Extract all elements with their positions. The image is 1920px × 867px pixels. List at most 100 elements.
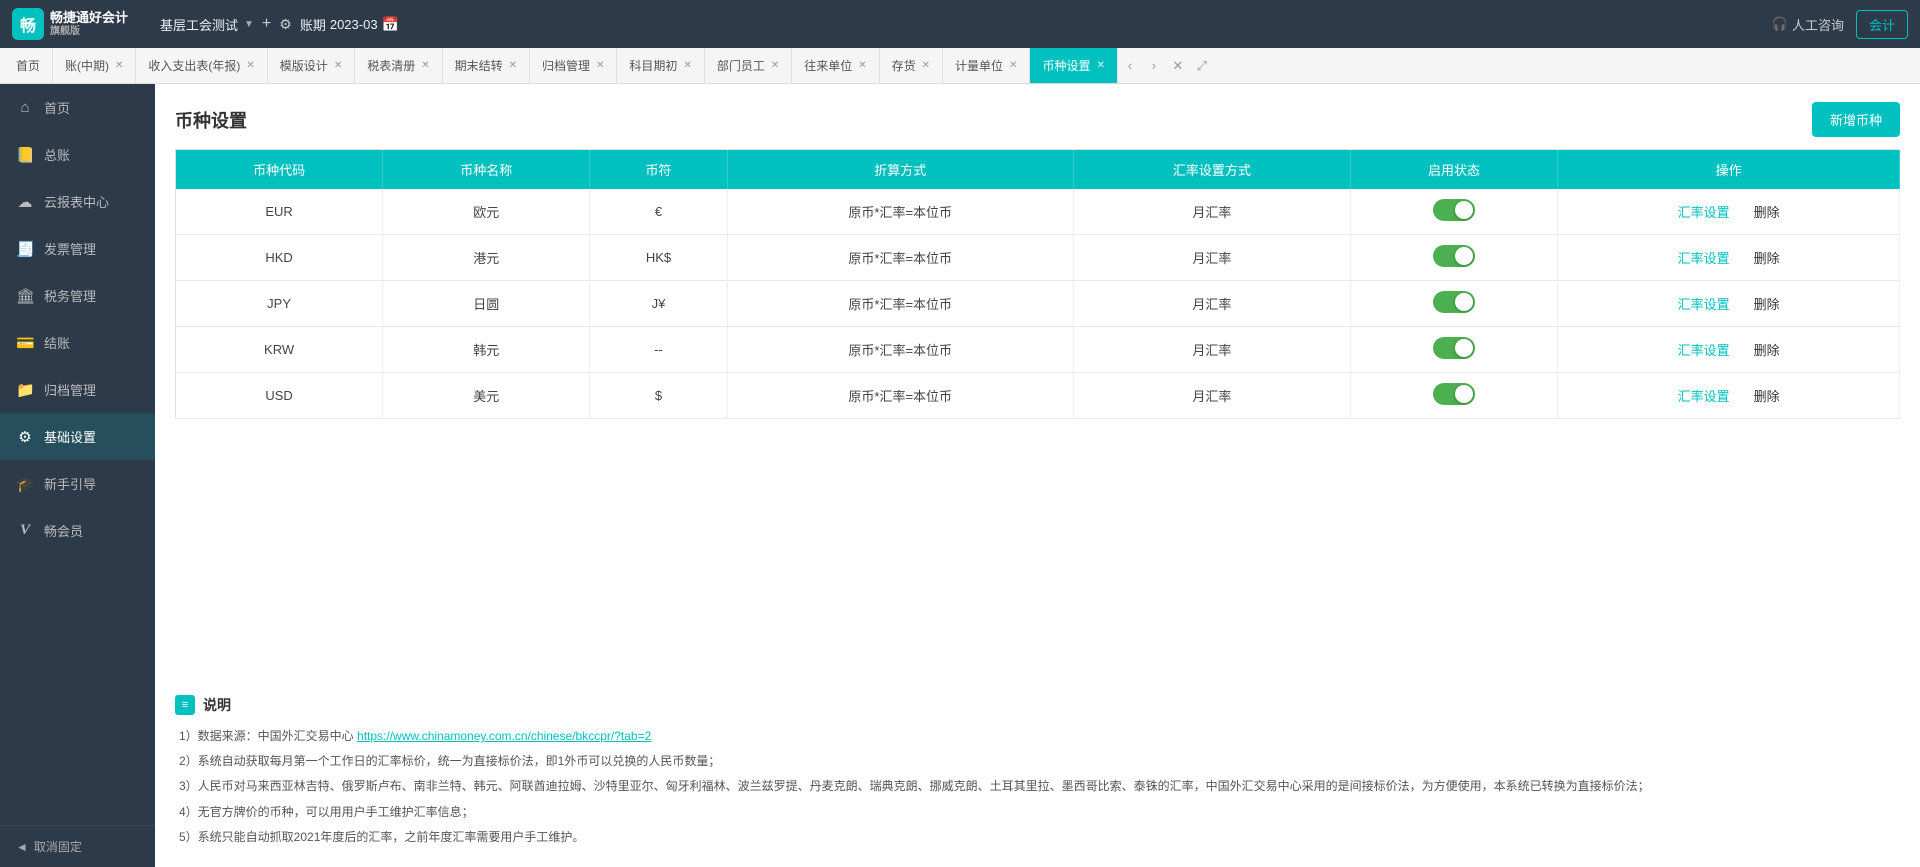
- checkout-icon: 💳: [16, 334, 34, 352]
- toggle-thumb-0: [1455, 201, 1473, 219]
- note-item-5: 5）系统只能自动抓取2021年度后的汇率，之前年度汇率需要用户手工维护。: [175, 828, 1900, 847]
- settings-gear-icon: ⚙: [16, 428, 34, 446]
- toggle-3[interactable]: [1433, 337, 1475, 359]
- sidebar-item-checkout[interactable]: 💳 结账: [0, 319, 155, 366]
- cell-name-4: 美元: [383, 373, 590, 419]
- delete-link-4[interactable]: 删除: [1754, 386, 1780, 405]
- period-label: 账期: [300, 15, 326, 34]
- tab-period-end-close[interactable]: ✕: [509, 60, 517, 71]
- tab-tax[interactable]: 税表清册 ✕: [355, 48, 442, 84]
- tab-customers-close[interactable]: ✕: [858, 60, 866, 71]
- note-link[interactable]: https://www.chinamoney.com.cn/chinese/bk…: [357, 729, 651, 743]
- tab-subject[interactable]: 科目期初 ✕: [617, 48, 704, 84]
- cell-code-4: USD: [176, 373, 383, 419]
- table-row: JPY 日圆 J¥ 原币*汇率=本位币 月汇率 汇率设置 删除: [176, 281, 1900, 327]
- tab-customers[interactable]: 往来单位 ✕: [792, 48, 879, 84]
- delete-link-3[interactable]: 删除: [1754, 340, 1780, 359]
- sidebar-item-settings[interactable]: ⚙ 基础设置: [0, 413, 155, 460]
- cell-status-2: [1350, 281, 1557, 327]
- tab-archive[interactable]: 归档管理 ✕: [530, 48, 617, 84]
- invoice-icon: 🧾: [16, 240, 34, 258]
- workspace-selector[interactable]: 基层工会测试 ▼: [160, 15, 254, 34]
- add-workspace-button[interactable]: +: [262, 15, 271, 33]
- tab-inventory[interactable]: 存货 ✕: [880, 48, 943, 84]
- new-currency-button[interactable]: 新增币种: [1812, 102, 1900, 137]
- page-title: 币种设置: [175, 107, 247, 133]
- col-calc: 折算方式: [727, 150, 1073, 190]
- tab-archive-close[interactable]: ✕: [596, 60, 604, 71]
- delete-link-2[interactable]: 删除: [1754, 294, 1780, 313]
- tab-next-button[interactable]: ›: [1142, 48, 1166, 84]
- home-icon: ⌂: [16, 99, 34, 116]
- cell-calc-0: 原币*汇率=本位币: [727, 189, 1073, 235]
- cloud-icon: ☁: [16, 193, 34, 211]
- tab-dept-close[interactable]: ✕: [771, 60, 779, 71]
- tab-period-end[interactable]: 期末结转 ✕: [443, 48, 530, 84]
- sidebar-item-ledger[interactable]: 📒 总账: [0, 131, 155, 178]
- sidebar-item-archive[interactable]: 📁 归档管理: [0, 366, 155, 413]
- toggle-1[interactable]: [1433, 245, 1475, 267]
- cell-symbol-2: J¥: [590, 281, 727, 327]
- cell-code-3: KRW: [176, 327, 383, 373]
- tab-subject-close[interactable]: ✕: [683, 60, 691, 71]
- settings-icon[interactable]: ⚙: [279, 16, 292, 33]
- cell-calc-2: 原币*汇率=本位币: [727, 281, 1073, 327]
- tab-tax-close[interactable]: ✕: [421, 60, 429, 71]
- support-button[interactable]: 🎧 人工咨询: [1772, 15, 1844, 34]
- rate-setting-link-2[interactable]: 汇率设置: [1678, 294, 1730, 313]
- tab-ledger-close[interactable]: ✕: [115, 60, 123, 71]
- cell-calc-3: 原币*汇率=本位币: [727, 327, 1073, 373]
- sidebar-item-checkout-label: 结账: [44, 333, 70, 352]
- sidebar-item-invoice-label: 发票管理: [44, 239, 96, 258]
- tab-income-close[interactable]: ✕: [246, 60, 254, 71]
- cell-symbol-3: --: [590, 327, 727, 373]
- rate-setting-link-4[interactable]: 汇率设置: [1678, 386, 1730, 405]
- delete-link-0[interactable]: 删除: [1754, 202, 1780, 221]
- toggle-2[interactable]: [1433, 291, 1475, 313]
- tab-unit-label: 计量单位: [955, 57, 1003, 74]
- tab-currency-close[interactable]: ✕: [1096, 60, 1104, 71]
- tab-currency[interactable]: 币种设置 ✕: [1030, 48, 1117, 84]
- account-button[interactable]: 会计: [1856, 10, 1908, 39]
- calendar-icon[interactable]: 📅: [382, 16, 399, 33]
- action-cell-2: 汇率设置 删除: [1570, 294, 1887, 313]
- tab-unit[interactable]: 计量单位 ✕: [943, 48, 1030, 84]
- sidebar-item-cloud[interactable]: ☁ 云报表中心: [0, 178, 155, 225]
- tax-icon: 🏛: [16, 287, 34, 305]
- sidebar-item-tax[interactable]: 🏛 税务管理: [0, 272, 155, 319]
- rate-setting-link-1[interactable]: 汇率设置: [1678, 248, 1730, 267]
- cell-code-2: JPY: [176, 281, 383, 327]
- sidebar-item-member[interactable]: V 畅会员: [0, 507, 155, 554]
- rate-setting-link-3[interactable]: 汇率设置: [1678, 340, 1730, 359]
- tab-template-label: 模版设计: [280, 57, 328, 74]
- tab-close-all-button[interactable]: ✕: [1166, 48, 1190, 84]
- tab-dept[interactable]: 部门员工 ✕: [705, 48, 792, 84]
- tab-expand-button[interactable]: ⤢: [1190, 48, 1214, 84]
- tab-template[interactable]: 模版设计 ✕: [268, 48, 355, 84]
- sidebar-item-cloud-label: 云报表中心: [44, 192, 109, 211]
- tab-prev-button[interactable]: ‹: [1118, 48, 1142, 84]
- tab-bar: 首页 账(中期) ✕ 收入支出表(年报) ✕ 模版设计 ✕ 税表清册 ✕ 期末结…: [0, 48, 1920, 84]
- tab-ledger[interactable]: 账(中期) ✕: [53, 48, 136, 84]
- toggle-thumb-3: [1455, 339, 1473, 357]
- toggle-0[interactable]: [1433, 199, 1475, 221]
- sidebar-pin-toggle[interactable]: ◄ 取消固定: [0, 825, 155, 867]
- tab-subject-label: 科目期初: [629, 57, 677, 74]
- tab-unit-close[interactable]: ✕: [1009, 60, 1017, 71]
- sidebar-item-home[interactable]: ⌂ 首页: [0, 84, 155, 131]
- sidebar-item-invoice[interactable]: 🧾 发票管理: [0, 225, 155, 272]
- sidebar-item-guide[interactable]: 🎓 新手引导: [0, 460, 155, 507]
- tab-inventory-close[interactable]: ✕: [922, 60, 930, 71]
- tab-income[interactable]: 收入支出表(年报) ✕: [136, 48, 267, 84]
- cell-name-2: 日圆: [383, 281, 590, 327]
- tab-archive-label: 归档管理: [542, 57, 590, 74]
- col-rate-type: 汇率设置方式: [1073, 150, 1350, 190]
- tab-home[interactable]: 首页: [4, 48, 53, 84]
- tab-template-close[interactable]: ✕: [334, 60, 342, 71]
- col-symbol: 币符: [590, 150, 727, 190]
- cell-name-1: 港元: [383, 235, 590, 281]
- rate-setting-link-0[interactable]: 汇率设置: [1678, 202, 1730, 221]
- delete-link-1[interactable]: 删除: [1754, 248, 1780, 267]
- toggle-4[interactable]: [1433, 383, 1475, 405]
- sidebar-item-archive-label: 归档管理: [44, 380, 96, 399]
